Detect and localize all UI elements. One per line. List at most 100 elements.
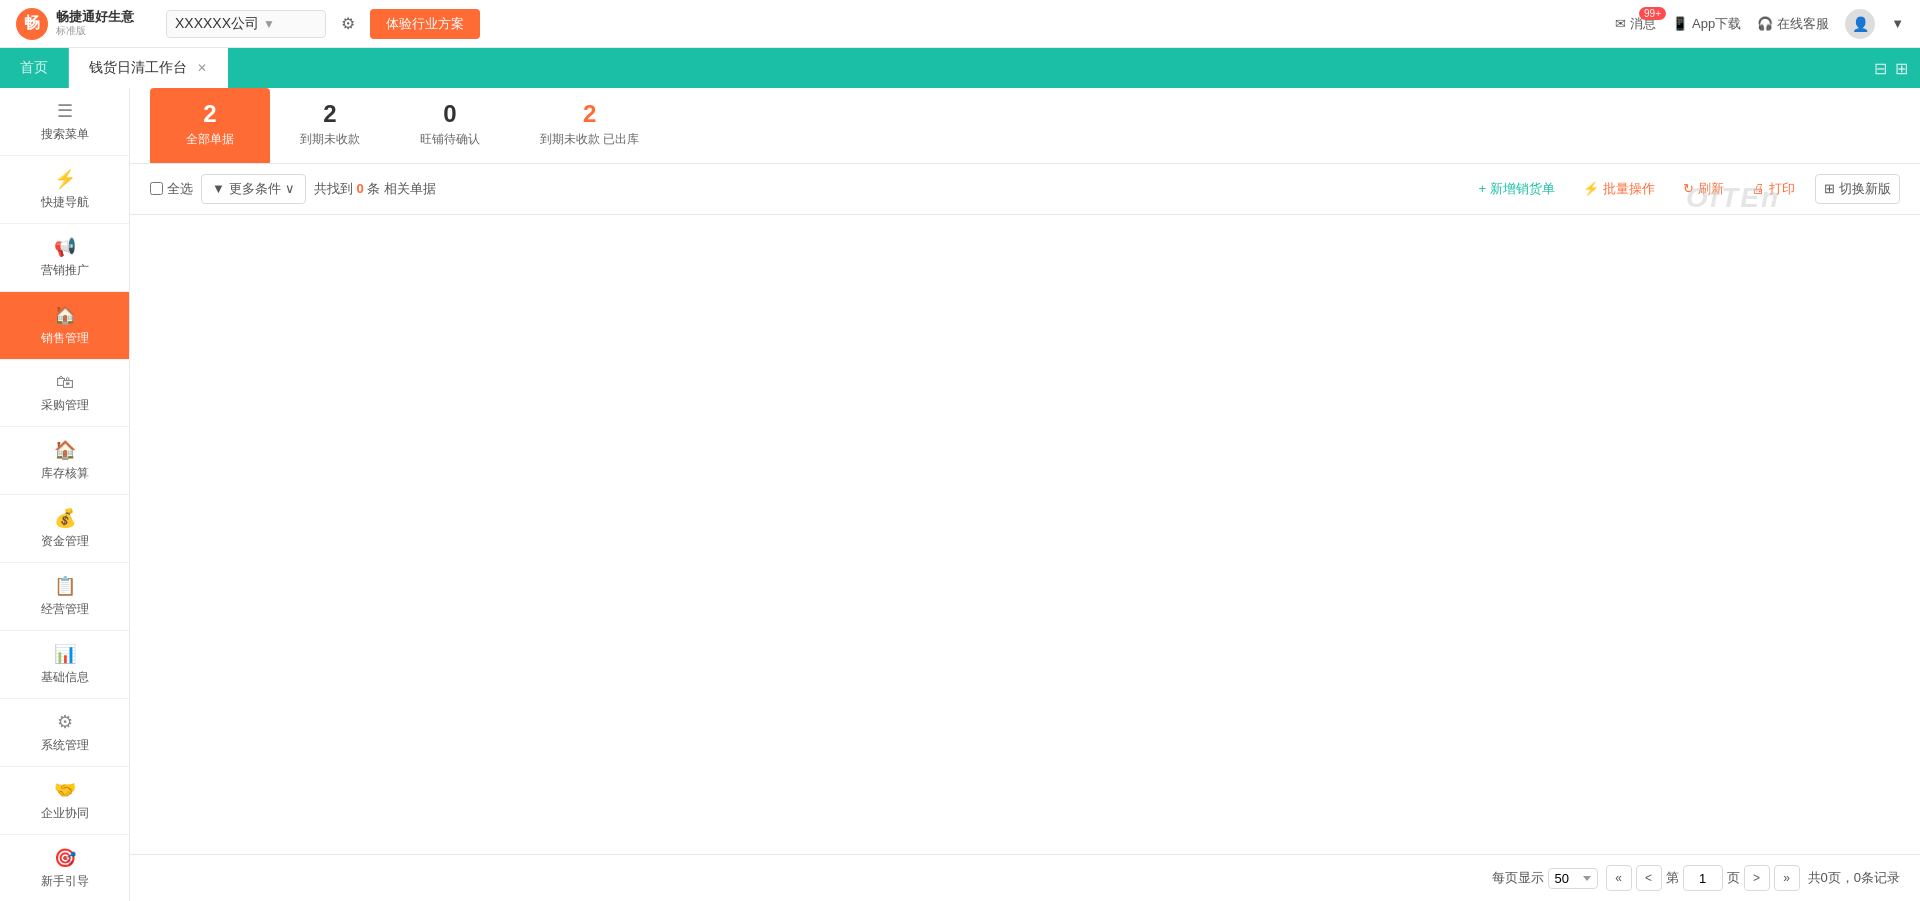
- newbie-icon: 🎯: [54, 847, 76, 869]
- refresh-label: 刷新: [1698, 180, 1724, 198]
- tab-expand-icon[interactable]: ⊞: [1895, 59, 1908, 78]
- online-service-btn[interactable]: 🎧 在线客服: [1757, 15, 1829, 33]
- page-text-unit: 页: [1727, 869, 1740, 887]
- refresh-btn[interactable]: ↻ 刷新: [1675, 175, 1732, 203]
- tab-workbench-label: 钱货日清工作台: [89, 59, 187, 77]
- tab-close-icon[interactable]: ✕: [197, 61, 207, 75]
- refresh-icon: ↻: [1683, 181, 1694, 196]
- sidebar-item-purchase[interactable]: 🛍 采购管理: [0, 360, 129, 427]
- sidebar-item-finance[interactable]: 💰 资金管理: [0, 495, 129, 563]
- page-nav: « < 第 页 > »: [1606, 865, 1800, 891]
- result-count: 0: [357, 181, 364, 196]
- tab-workbench[interactable]: 钱货日清工作台 ✕: [69, 48, 228, 88]
- sidebar-item-marketing[interactable]: 📢 营销推广: [0, 224, 129, 292]
- user-avatar[interactable]: 👤: [1845, 9, 1875, 39]
- shortcut-icon: ⚡: [54, 168, 76, 190]
- app-download-btn[interactable]: 📱 App下载: [1672, 15, 1741, 33]
- logo-title: 畅捷通好生意: [56, 9, 134, 25]
- switch-version-btn[interactable]: ⊞ 切换新版: [1815, 174, 1900, 204]
- add-sales-order-btn[interactable]: + 新增销货单: [1470, 175, 1563, 203]
- page-size-label: 每页显示: [1492, 869, 1544, 887]
- print-icon: 🖨: [1752, 181, 1765, 196]
- select-all-checkbox[interactable]: 全选: [150, 180, 193, 198]
- table-area: [130, 215, 1920, 854]
- sidebar-item-system[interactable]: ⚙ 系统管理: [0, 699, 129, 767]
- sidebar-item-enterprise[interactable]: 🤝 企业协同: [0, 767, 129, 835]
- stat-tab-overdue[interactable]: 2 到期未收款: [270, 88, 390, 163]
- stat-number-all: 2: [203, 100, 216, 129]
- app-download-label: App下载: [1692, 15, 1741, 33]
- stat-tab-all[interactable]: 2 全部单据: [150, 88, 270, 163]
- content-area: 2 全部单据 2 到期未收款 0 旺铺待确认 2 到期未收款 已出库 全选: [130, 88, 1920, 901]
- sidebar-item-shortcut-label: 快捷导航: [41, 194, 89, 211]
- toolbar: 全选 ▼ 更多条件 ∨ 共找到 0 条 相关单据 + 新增销货单: [130, 164, 1920, 215]
- last-page-btn[interactable]: »: [1774, 865, 1800, 891]
- sidebar-item-newbie[interactable]: 🎯 新手引导: [0, 835, 129, 901]
- page-size-dropdown[interactable]: 20 50 100: [1548, 868, 1598, 889]
- enterprise-icon: 🤝: [54, 779, 76, 801]
- sidebar-item-basic-info[interactable]: 📊 基础信息: [0, 631, 129, 699]
- sidebar-item-operations[interactable]: 📋 经营管理: [0, 563, 129, 631]
- logo-icon: 畅: [16, 8, 48, 40]
- avatar-icon: 👤: [1852, 16, 1869, 32]
- add-icon: +: [1478, 181, 1486, 196]
- total-records: 共0页，0条记录: [1808, 869, 1900, 887]
- prev-page-btn[interactable]: <: [1636, 865, 1662, 891]
- logo-area: 畅 畅捷通好生意 标准版: [16, 8, 146, 40]
- chevron-down-icon: ▼: [263, 17, 275, 31]
- company-selector[interactable]: XXXXXX公司 ▼: [166, 10, 326, 38]
- page-input[interactable]: [1683, 865, 1723, 891]
- page-size-select: 每页显示 20 50 100: [1492, 868, 1598, 889]
- page-text: 第: [1666, 869, 1679, 887]
- first-page-btn[interactable]: «: [1606, 865, 1632, 891]
- sidebar-item-marketing-label: 营销推广: [41, 262, 89, 279]
- checkbox-input[interactable]: [150, 182, 163, 195]
- finance-icon: 💰: [54, 507, 76, 529]
- stat-tab-shipped[interactable]: 2 到期未收款 已出库: [510, 88, 669, 163]
- add-sales-order-label: 新增销货单: [1490, 180, 1555, 198]
- toolbar-right: + 新增销货单 ⚡ 批量操作 ↻ 刷新 🖨 打印 ⊞ 切换新版: [1470, 174, 1900, 204]
- system-icon: ⚙: [57, 711, 73, 733]
- sidebar-item-shortcut[interactable]: ⚡ 快捷导航: [0, 156, 129, 224]
- download-icon: 📱: [1672, 16, 1688, 31]
- sidebar: ☰ 搜索菜单 ⚡ 快捷导航 📢 营销推广 🏠 销售管理 🛍 采购管理 🏠 库存核…: [0, 88, 130, 901]
- next-page-btn[interactable]: >: [1744, 865, 1770, 891]
- tab-home-label: 首页: [20, 59, 48, 77]
- sidebar-item-sales-label: 销售管理: [41, 330, 89, 347]
- tab-bar: 首页 钱货日清工作台 ✕ ⊟ ⊞: [0, 48, 1920, 88]
- print-btn[interactable]: 🖨 打印: [1744, 175, 1803, 203]
- batch-icon: ⚡: [1583, 181, 1599, 196]
- stat-label-all: 全部单据: [186, 131, 234, 148]
- trial-button[interactable]: 体验行业方案: [370, 9, 480, 39]
- stat-label-overdue: 到期未收款: [300, 131, 360, 148]
- filter-label: 更多条件: [229, 180, 281, 198]
- sidebar-item-finance-label: 资金管理: [41, 533, 89, 550]
- gear-icon: ⚙: [341, 14, 355, 33]
- filter-chevron: ∨: [285, 181, 295, 196]
- print-label: 打印: [1769, 180, 1795, 198]
- logo-text-area: 畅捷通好生意 标准版: [56, 9, 134, 39]
- result-text: 共找到 0 条 相关单据: [314, 180, 436, 198]
- batch-operation-btn[interactable]: ⚡ 批量操作: [1575, 175, 1663, 203]
- company-name: XXXXXX公司: [175, 15, 259, 33]
- message-btn[interactable]: ✉ 消息 99+: [1615, 15, 1656, 33]
- stat-label-shipped: 到期未收款 已出库: [540, 131, 639, 148]
- sidebar-item-inventory[interactable]: 🏠 库存核算: [0, 427, 129, 495]
- settings-icon-btn[interactable]: ⚙: [334, 10, 362, 38]
- marketing-icon: 📢: [54, 236, 76, 258]
- stat-tab-wangpu[interactable]: 0 旺铺待确认: [390, 88, 510, 163]
- tab-minimize-icon[interactable]: ⊟: [1874, 59, 1887, 78]
- sidebar-item-enterprise-label: 企业协同: [41, 805, 89, 822]
- basic-info-icon: 📊: [54, 643, 76, 665]
- stat-number-shipped: 2: [583, 100, 596, 129]
- user-name[interactable]: ▼: [1891, 16, 1904, 31]
- switch-label: 切换新版: [1839, 180, 1891, 198]
- sidebar-item-basic-info-label: 基础信息: [41, 669, 89, 686]
- pagination-bar: 每页显示 20 50 100 « < 第 页 > » 共0页，0条记录: [130, 854, 1920, 901]
- sidebar-item-search-label: 搜索菜单: [41, 126, 89, 143]
- sidebar-item-sales[interactable]: 🏠 销售管理: [0, 292, 129, 360]
- sidebar-item-search[interactable]: ☰ 搜索菜单: [0, 88, 129, 156]
- filter-button[interactable]: ▼ 更多条件 ∨: [201, 174, 306, 204]
- tab-home[interactable]: 首页: [0, 48, 69, 88]
- stat-number-overdue: 2: [323, 100, 336, 129]
